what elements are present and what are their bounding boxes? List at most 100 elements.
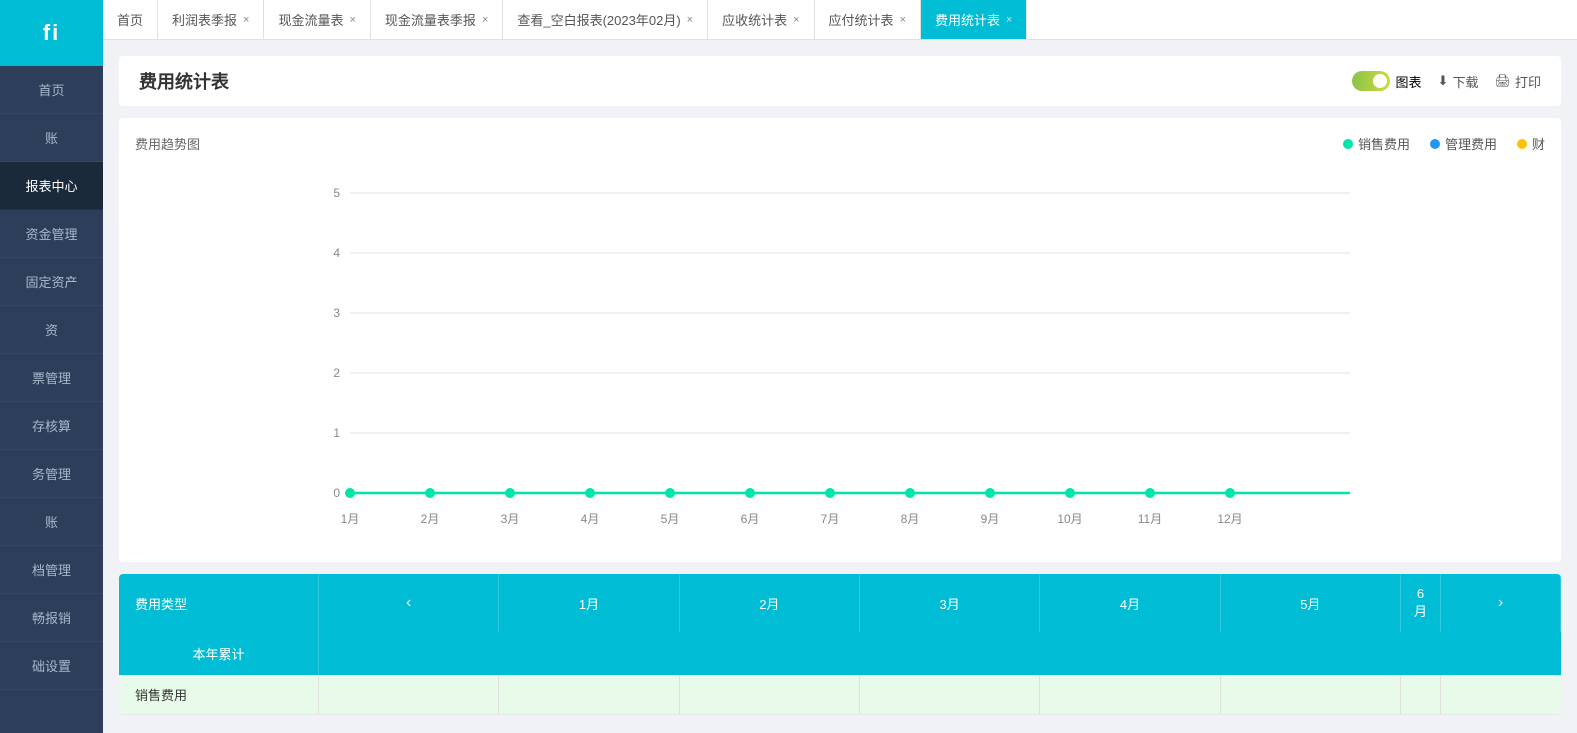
cell-m4-sales <box>860 675 1040 714</box>
svg-text:5月: 5月 <box>661 512 680 526</box>
tab-expense-stats-close[interactable]: × <box>1006 14 1012 26</box>
col-prev-arrow[interactable]: ‹ <box>319 574 499 632</box>
print-label: 打印 <box>1515 72 1541 91</box>
sidebar-item-capital[interactable]: 资 <box>0 306 103 354</box>
legend-sales-label: 销售费用 <box>1358 134 1410 153</box>
sidebar-item-service[interactable]: 务管理 <box>0 450 103 498</box>
chart-point-8 <box>905 488 915 498</box>
chart-toggle-label: 图表 <box>1396 72 1422 91</box>
chart-point-1 <box>345 488 355 498</box>
download-label: 下载 <box>1452 72 1478 91</box>
sidebar-item-report-center[interactable]: 报表中心 <box>0 162 103 210</box>
legend-sales-expense: 销售费用 <box>1343 134 1410 153</box>
col-month6: 6月 <box>1401 574 1441 632</box>
svg-text:7月: 7月 <box>821 512 840 526</box>
sidebar-item-account[interactable]: 账 <box>0 114 103 162</box>
svg-text:3: 3 <box>333 306 340 320</box>
tab-cashflow[interactable]: 现金流量表 × <box>264 0 370 39</box>
chart-point-7 <box>825 488 835 498</box>
col-month5: 5月 <box>1221 574 1401 632</box>
legend-finance-label: 财 <box>1532 134 1545 153</box>
download-button[interactable]: ⬇ 下载 <box>1438 72 1479 91</box>
tab-cashflow-quarterly-close[interactable]: × <box>482 14 488 26</box>
sidebar-item-ledger[interactable]: 账 <box>0 498 103 546</box>
tab-receivable-label: 应收统计表 <box>722 10 787 29</box>
page-title: 费用统计表 <box>139 68 229 94</box>
legend-admin-expense: 管理费用 <box>1430 134 1497 153</box>
svg-text:1月: 1月 <box>341 512 360 526</box>
tab-payable-close[interactable]: × <box>900 14 906 26</box>
tab-blank-report[interactable]: 查看_空白报表(2023年02月) × <box>503 0 708 39</box>
sidebar-item-assets[interactable]: 固定资产 <box>0 258 103 306</box>
col-next-arrow[interactable]: › <box>1441 574 1561 632</box>
tab-home[interactable]: 首页 <box>103 0 158 39</box>
cell-m1-sales <box>319 675 499 714</box>
sidebar: fi 首页 账 报表中心 资金管理 固定资产 资 票管理 存核算 务管理 账 档… <box>0 0 103 733</box>
chart-point-11 <box>1145 488 1155 498</box>
legend-admin-dot <box>1430 139 1440 149</box>
chart-title: 费用趋势图 <box>135 134 200 153</box>
tab-expense-stats-label: 费用统计表 <box>935 10 1000 29</box>
expense-table: 费用类型 ‹ 1月 2月 3月 4月 5月 <box>119 574 1561 715</box>
tab-payable[interactable]: 应付统计表 × <box>815 0 921 39</box>
chart-toggle[interactable] <box>1352 71 1390 91</box>
cell-m2-sales <box>499 675 679 714</box>
prev-month-button[interactable]: ‹ <box>400 594 417 612</box>
tab-cashflow-quarterly[interactable]: 现金流量表季报 × <box>371 0 503 39</box>
sidebar-item-invoice[interactable]: 票管理 <box>0 354 103 402</box>
sidebar-item-settings[interactable]: 础设置 <box>0 642 103 690</box>
svg-text:6月: 6月 <box>741 512 760 526</box>
chart-point-12 <box>1225 488 1235 498</box>
svg-text:9月: 9月 <box>981 512 1000 526</box>
tab-receivable-close[interactable]: × <box>793 14 799 26</box>
sidebar-item-home[interactable]: 首页 <box>0 66 103 114</box>
svg-text:11月: 11月 <box>1138 512 1162 526</box>
chart-point-6 <box>745 488 755 498</box>
chart-point-3 <box>505 488 515 498</box>
tab-expense-stats[interactable]: 费用统计表 × <box>921 0 1027 39</box>
sidebar-item-archive[interactable]: 档管理 <box>0 546 103 594</box>
cell-m3-sales <box>680 675 860 714</box>
col-yearly-total: 本年累计 <box>119 632 319 675</box>
col-month4: 4月 <box>1040 574 1220 632</box>
chart-point-9 <box>985 488 995 498</box>
svg-text:2: 2 <box>333 366 340 380</box>
svg-text:10月: 10月 <box>1057 512 1082 526</box>
svg-text:8月: 8月 <box>901 512 920 526</box>
cell-type-sales: 销售费用 <box>119 675 319 714</box>
table-header: 费用类型 ‹ 1月 2月 3月 4月 5月 <box>119 574 1561 675</box>
chart-svg-wrapper: 5 4 3 2 1 0 <box>135 163 1545 546</box>
tab-receivable[interactable]: 应收统计表 × <box>708 0 814 39</box>
col-month1: 1月 <box>499 574 679 632</box>
tab-profit-quarterly[interactable]: 利润表季报 × <box>158 0 264 39</box>
tab-cashflow-close[interactable]: × <box>349 14 355 26</box>
sidebar-item-fund[interactable]: 资金管理 <box>0 210 103 258</box>
sidebar-item-expense[interactable]: 畅报销 <box>0 594 103 642</box>
col-month3: 3月 <box>860 574 1040 632</box>
page-header: 费用统计表 图表 ⬇ 下载 🖨 打印 <box>119 56 1561 106</box>
cell-total-sales <box>1401 675 1441 714</box>
chart-card: 费用趋势图 销售费用 管理费用 财 <box>119 118 1561 562</box>
svg-text:1: 1 <box>333 426 340 440</box>
col-month2: 2月 <box>680 574 860 632</box>
chart-toggle-wrap: 图表 <box>1352 71 1422 91</box>
chart-point-5 <box>665 488 675 498</box>
sidebar-item-inventory[interactable]: 存核算 <box>0 402 103 450</box>
tab-blank-report-close[interactable]: × <box>687 14 693 26</box>
svg-text:5: 5 <box>333 186 340 200</box>
chart-svg: 5 4 3 2 1 0 <box>135 163 1545 543</box>
chart-point-10 <box>1065 488 1075 498</box>
svg-text:4: 4 <box>333 246 340 260</box>
cell-m5-sales <box>1040 675 1220 714</box>
svg-text:3月: 3月 <box>501 512 520 526</box>
legend-sales-dot <box>1343 139 1353 149</box>
next-month-button[interactable]: › <box>1492 594 1509 612</box>
tab-profit-quarterly-close[interactable]: × <box>243 14 249 26</box>
chart-point-2 <box>425 488 435 498</box>
table-row: 销售费用 <box>119 675 1561 715</box>
download-icon: ⬇ <box>1438 73 1449 89</box>
legend-finance-expense: 财 <box>1517 134 1545 153</box>
print-button[interactable]: 🖨 打印 <box>1494 72 1541 91</box>
svg-text:4月: 4月 <box>581 512 600 526</box>
tab-cashflow-label: 现金流量表 <box>278 10 343 29</box>
